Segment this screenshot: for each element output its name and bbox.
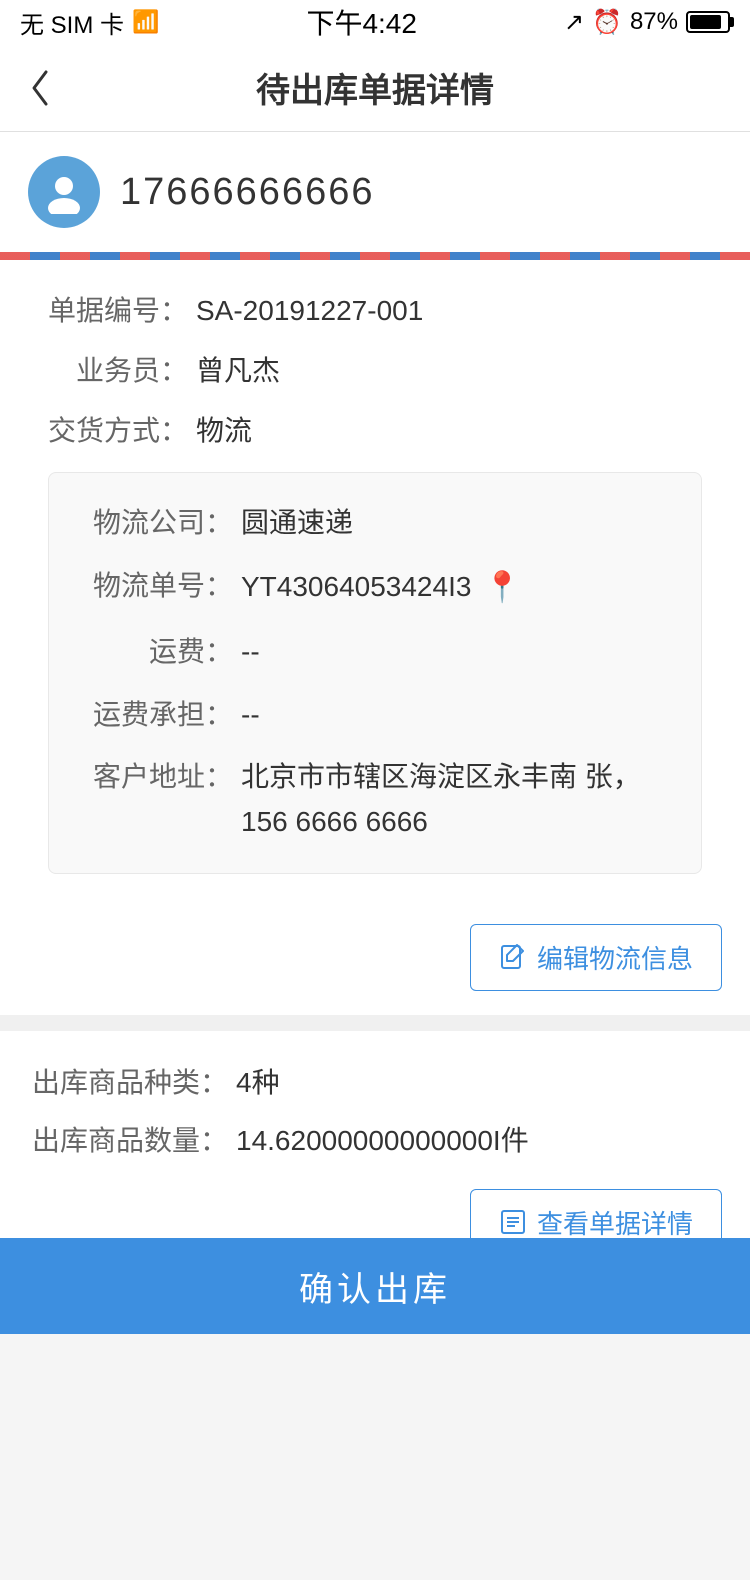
status-carrier: 无 SIM 卡 📶 (20, 5, 159, 40)
freight-row: 运费： -- (73, 630, 677, 675)
document-info-section: 单据编号： SA-20191227-001 业务员： 曾凡杰 交货方式： 物流 … (0, 260, 750, 924)
edit-btn-container: 编辑物流信息 (0, 924, 750, 1015)
freight-bearer-value: -- (233, 693, 677, 738)
section-separator (0, 1015, 750, 1031)
bottom-confirm-area: 确认出库 (0, 1238, 750, 1334)
status-bar: 无 SIM 卡 📶 下午4:42 ↗ ⏰ 87% (0, 0, 750, 44)
dashed-divider (0, 252, 750, 260)
view-details-label: 查看单据详情 (537, 1204, 693, 1241)
user-header: 17666666666 (0, 132, 750, 252)
battery-percent: 87% (630, 8, 678, 36)
address-row: 客户地址： 北京市市辖区海淀区永丰南 张，156 6666 6666 (73, 755, 677, 845)
nav-bar: 待出库单据详情 (0, 44, 750, 132)
freight-bearer-row: 运费承担： -- (73, 693, 677, 738)
tracking-number: YT43064053424I3 (241, 565, 471, 610)
logistics-card: 物流公司： 圆通速递 物流单号： YT43064053424I3 📍 运费： -… (48, 472, 702, 874)
location-icon[interactable]: 📍 (483, 564, 520, 612)
status-right: ↗ ⏰ 87% (564, 8, 730, 37)
freight-value: -- (233, 630, 677, 675)
logistics-tracking-value: YT43064053424I3 📍 (233, 564, 677, 612)
logistics-tracking-label: 物流单号： (73, 564, 233, 609)
address-label: 客户地址： (73, 755, 233, 800)
sales-person-value: 曾凡杰 (188, 350, 722, 392)
edit-icon (499, 943, 527, 971)
freight-label: 运费： (73, 630, 233, 675)
list-icon (499, 1208, 527, 1236)
edit-btn-label: 编辑物流信息 (537, 939, 693, 976)
document-number-row: 单据编号： SA-20191227-001 (28, 290, 722, 332)
page-title: 待出库单据详情 (256, 63, 494, 112)
wifi-icon: 📶 (132, 9, 159, 35)
logistics-company-row: 物流公司： 圆通速递 (73, 501, 677, 546)
sales-person-row: 业务员： 曾凡杰 (28, 350, 722, 392)
delivery-method-value: 物流 (188, 410, 722, 452)
document-number-label: 单据编号： (28, 290, 188, 332)
document-number-value: SA-20191227-001 (188, 290, 722, 332)
delivery-method-row: 交货方式： 物流 (28, 410, 722, 452)
goods-quantity-label: 出库商品数量： (28, 1119, 228, 1159)
edit-logistics-button[interactable]: 编辑物流信息 (470, 924, 722, 991)
goods-type-row: 出库商品种类： 4种 (28, 1061, 722, 1101)
logistics-tracking-row: 物流单号： YT43064053424I3 📍 (73, 564, 677, 612)
sales-person-label: 业务员： (28, 350, 188, 392)
status-time: 下午4:42 (306, 2, 417, 42)
avatar (28, 156, 100, 228)
logistics-company-value: 圆通速递 (233, 501, 677, 546)
goods-type-value: 4种 (228, 1061, 280, 1101)
goods-type-label: 出库商品种类： (28, 1061, 228, 1101)
confirm-outbound-button[interactable]: 确认出库 (299, 1262, 451, 1311)
goods-quantity-row: 出库商品数量： 14.62000000000000I件 (28, 1119, 722, 1159)
user-phone: 17666666666 (120, 171, 374, 214)
goods-section: 出库商品种类： 4种 出库商品数量： 14.62000000000000I件 (0, 1031, 750, 1189)
goods-quantity-value: 14.62000000000000I件 (228, 1119, 529, 1159)
carrier-text: 无 SIM 卡 (20, 5, 124, 40)
delivery-method-label: 交货方式： (28, 410, 188, 452)
gps-icon: ↗ (564, 8, 584, 37)
alarm-icon: ⏰ (592, 8, 622, 37)
freight-bearer-label: 运费承担： (73, 693, 233, 738)
battery-icon (686, 11, 730, 33)
back-button[interactable] (28, 68, 52, 108)
logistics-company-label: 物流公司： (73, 501, 233, 546)
address-value: 北京市市辖区海淀区永丰南 张，156 6666 6666 (233, 755, 677, 845)
